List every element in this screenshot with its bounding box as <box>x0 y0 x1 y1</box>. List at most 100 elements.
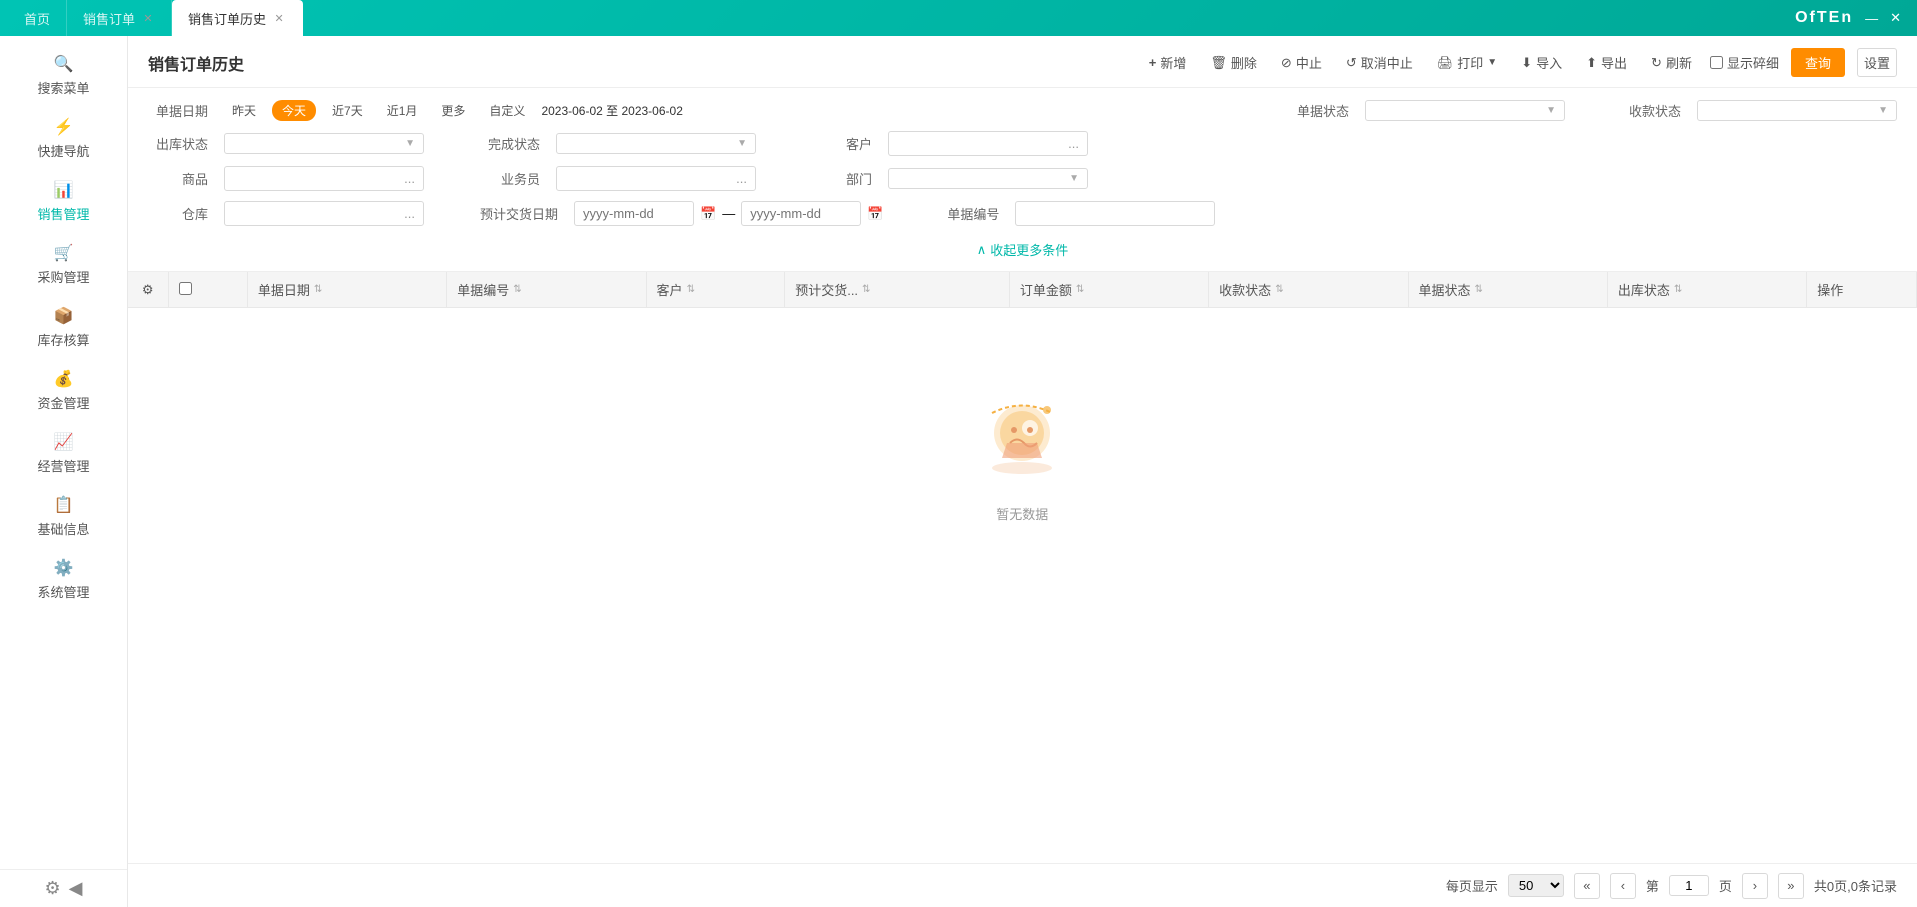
sidebar-collapse-btn[interactable]: ◀ <box>69 878 83 899</box>
sidebar-item-capital-mgmt[interactable]: 💰 资金管理 <box>0 359 127 422</box>
first-page-btn[interactable]: « <box>1574 873 1600 899</box>
th-delivery-date[interactable]: 预计交货... ⇅ <box>785 272 1010 308</box>
complete-status-dropdown-icon: ▼ <box>737 138 747 149</box>
next-page-btn[interactable]: › <box>1742 873 1768 899</box>
window-minimize[interactable]: — <box>1865 11 1878 26</box>
product-label: 商品 <box>148 169 208 188</box>
sidebar-item-purchase-mgmt[interactable]: 🛒 采购管理 <box>0 233 127 296</box>
display-columns-input[interactable] <box>1710 56 1723 69</box>
sidebar-item-sales-mgmt[interactable]: 📊 销售管理 <box>0 170 127 233</box>
customer-input[interactable]: ... <box>888 131 1088 156</box>
sidebar-item-operations-mgmt[interactable]: 📈 经营管理 <box>0 422 127 485</box>
sidebar-item-system-mgmt[interactable]: ⚙️ 系统管理 <box>0 548 127 611</box>
salesperson-dots[interactable]: ... <box>736 171 747 186</box>
sidebar-item-basic-info[interactable]: 📋 基础信息 <box>0 485 127 548</box>
page-number-input[interactable] <box>1669 875 1709 896</box>
capital-mgmt-icon: 💰 <box>54 369 74 389</box>
th-bill-status[interactable]: 单据状态 ⇅ <box>1408 272 1607 308</box>
system-mgmt-icon: ⚙️ <box>54 558 74 578</box>
sidebar-item-inventory[interactable]: 📦 库存核算 <box>0 296 127 359</box>
salesperson-input[interactable]: ... <box>556 166 756 191</box>
toolbar: + 新增 🗑 删除 ⊘ 中止 ↺ 取消中止 🖨 <box>1143 48 1897 77</box>
product-input[interactable]: ... <box>224 166 424 191</box>
page-size-select[interactable]: 50 20 100 <box>1508 874 1564 897</box>
tab-sales-order-history[interactable]: 销售订单历史 ✕ <box>172 0 303 36</box>
import-button[interactable]: ⬇ 导入 <box>1515 49 1568 76</box>
warehouse-dots[interactable]: ... <box>404 206 415 221</box>
delivery-date-end[interactable] <box>741 201 861 226</box>
bill-status-dropdown-icon: ▼ <box>1546 105 1556 116</box>
data-table: ⚙ 单据日期 ⇅ 单据编号 <box>128 272 1917 603</box>
export-icon: ⬆ <box>1586 55 1597 71</box>
settings-icon: ⚙ <box>142 282 154 297</box>
cancel-stop-button[interactable]: ↺ 取消中止 <box>1340 49 1419 76</box>
th-customer[interactable]: 客户 ⇅ <box>646 272 785 308</box>
sidebar-item-search-menu[interactable]: 🔍 搜索菜单 <box>0 44 127 107</box>
date-btn-yesterday[interactable]: 昨天 <box>224 100 264 121</box>
th-action: 操作 <box>1807 272 1917 308</box>
settings-button[interactable]: 设置 <box>1857 48 1897 77</box>
window-close[interactable]: ✕ <box>1890 10 1901 26</box>
complete-status-select[interactable]: ▼ <box>556 133 756 154</box>
page-title: 销售订单历史 <box>148 51 244 75</box>
delivery-date-range: 📅 — 📅 <box>574 201 883 226</box>
main-layout: 🔍 搜索菜单 ⚡ 快捷导航 📊 销售管理 🛒 采购管理 📦 库存核算 💰 资金管… <box>0 36 1917 907</box>
warehouse-label: 仓库 <box>148 204 208 223</box>
complete-status-label: 完成状态 <box>480 134 540 153</box>
delete-button[interactable]: 🗑 删除 <box>1204 49 1263 76</box>
th-order-amount[interactable]: 订单金额 ⇅ <box>1009 272 1208 308</box>
sidebar-item-quick-nav[interactable]: ⚡ 快捷导航 <box>0 107 127 170</box>
tab-close-sales-order[interactable]: ✕ <box>141 11 155 25</box>
th-bill-date[interactable]: 单据日期 ⇅ <box>247 272 446 308</box>
date-btn-custom[interactable]: 自定义 <box>481 100 533 121</box>
print-button[interactable]: 🖨 打印 ▼ <box>1431 49 1503 76</box>
search-menu-icon: 🔍 <box>54 54 74 74</box>
date-btn-last7[interactable]: 近7天 <box>324 100 371 121</box>
stop-button[interactable]: ⊘ 中止 <box>1275 49 1328 76</box>
total-label: 共0页,0条记录 <box>1814 876 1897 895</box>
th-bill-number[interactable]: 单据编号 ⇅ <box>447 272 646 308</box>
date-btn-more[interactable]: 更多 <box>433 100 473 121</box>
collapse-row[interactable]: ∧ 收起更多条件 <box>148 236 1897 259</box>
tab-home[interactable]: 首页 <box>8 0 67 36</box>
receipt-status-select[interactable]: ▼ <box>1697 100 1897 121</box>
warehouse-input[interactable]: ... <box>224 201 424 226</box>
select-all-checkbox[interactable] <box>179 282 192 295</box>
sales-mgmt-icon: 📊 <box>54 180 74 200</box>
table-header-row: ⚙ 单据日期 ⇅ 单据编号 <box>128 272 1917 308</box>
department-select[interactable]: ▼ <box>888 168 1088 189</box>
bill-number-input[interactable] <box>1015 201 1215 226</box>
last-page-btn[interactable]: » <box>1778 873 1804 899</box>
th-out-status[interactable]: 出库状态 ⇅ <box>1607 272 1806 308</box>
sort-icon-bill-date: ⇅ <box>314 284 322 295</box>
sidebar-settings-btn[interactable]: ⚙ <box>45 878 61 899</box>
bill-status-select[interactable]: ▼ <box>1365 100 1565 121</box>
out-status-select[interactable]: ▼ <box>224 133 424 154</box>
out-status-dropdown-icon: ▼ <box>405 138 415 149</box>
customer-dots[interactable]: ... <box>1068 136 1079 151</box>
th-checkbox[interactable] <box>168 272 247 308</box>
prev-page-btn[interactable]: ‹ <box>1610 873 1636 899</box>
import-icon: ⬇ <box>1521 55 1532 71</box>
table-body: 暂无数据 <box>128 308 1917 604</box>
cal-icon-end[interactable]: 📅 <box>867 206 883 222</box>
delivery-date-start[interactable] <box>574 201 694 226</box>
date-btn-today[interactable]: 今天 <box>272 100 316 121</box>
query-button[interactable]: 查询 <box>1791 48 1845 77</box>
tab-close-sales-order-history[interactable]: ✕ <box>272 11 286 25</box>
print-dropdown-icon: ▼ <box>1487 57 1497 68</box>
receipt-status-dropdown-icon: ▼ <box>1878 105 1888 116</box>
date-btn-last1m[interactable]: 近1月 <box>379 100 426 121</box>
tab-sales-order[interactable]: 销售订单 ✕ <box>67 0 172 36</box>
product-dots[interactable]: ... <box>404 171 415 186</box>
th-receipt-status[interactable]: 收款状态 ⇅ <box>1209 272 1408 308</box>
export-button[interactable]: ⬆ 导出 <box>1580 49 1633 76</box>
bill-status-label: 单据状态 <box>1289 101 1349 120</box>
sort-icon-bill-number: ⇅ <box>513 284 521 295</box>
refresh-button[interactable]: ↻ 刷新 <box>1645 49 1698 76</box>
cal-icon-start[interactable]: 📅 <box>700 206 716 222</box>
display-columns-checkbox[interactable]: 显示碎细 <box>1710 53 1779 72</box>
chevron-up-icon: ∧ <box>977 242 987 258</box>
new-button[interactable]: + 新增 <box>1143 49 1193 76</box>
th-settings[interactable]: ⚙ <box>128 272 168 308</box>
